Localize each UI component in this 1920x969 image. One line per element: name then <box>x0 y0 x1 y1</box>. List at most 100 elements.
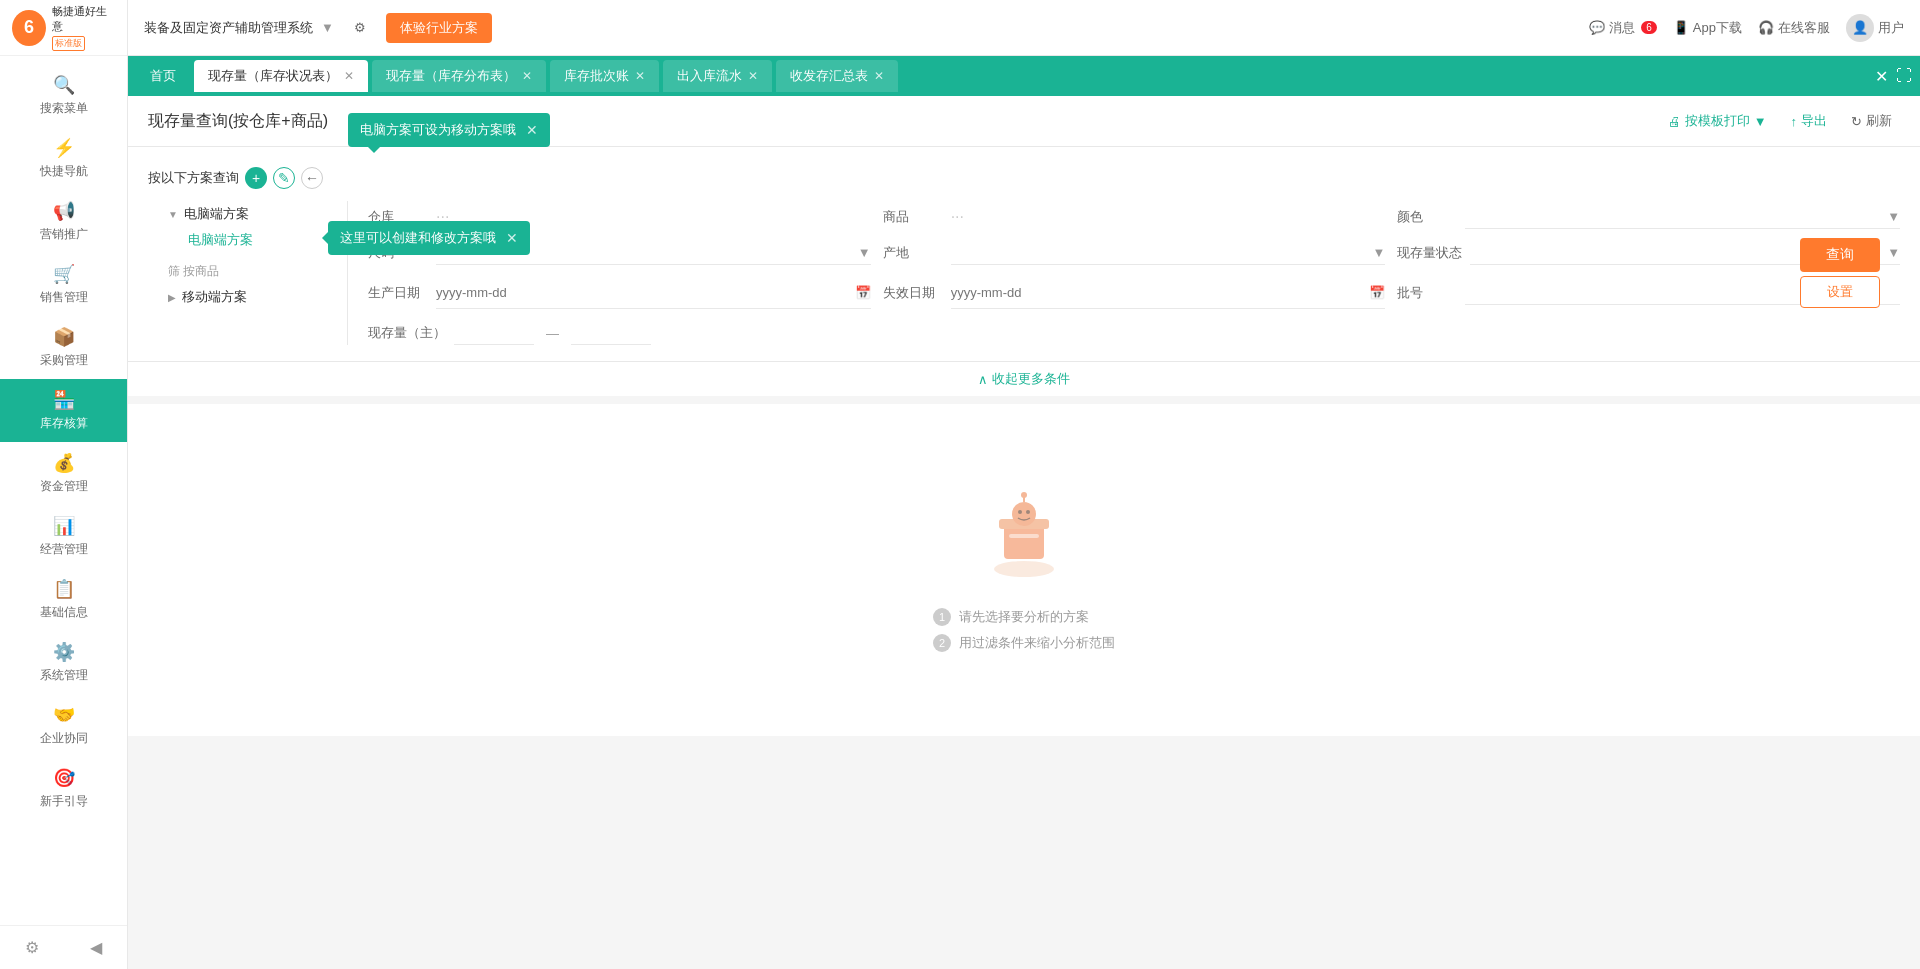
tab-inventory-status[interactable]: 现存量（库存状况表） ✕ <box>194 60 368 92</box>
scheme-filter-label: 筛 按商品 <box>168 261 331 284</box>
main-content: 现存量查询(按仓库+商品) 🖨 按模板打印 ▼ ↑ 导出 ↻ 刷新 按以下方案查… <box>128 96 1920 969</box>
sidebar-item-enterprise[interactable]: 🤝 企业协同 <box>0 694 127 757</box>
tab-home[interactable]: 首页 <box>136 60 190 92</box>
system-select[interactable]: 装备及固定资产辅助管理系统 ▼ <box>144 19 334 37</box>
print-button[interactable]: 🖨 按模板打印 ▼ <box>1660 108 1775 134</box>
tab-fullscreen-icon[interactable]: ⛶ <box>1896 67 1912 85</box>
reset-button[interactable]: 设置 <box>1800 276 1880 308</box>
hint-item-1: 1 请先选择要分析的方案 <box>933 604 1115 630</box>
goods-dots-button[interactable]: ··· <box>951 208 964 226</box>
operations-icon: 📊 <box>53 515 75 537</box>
sidebar-item-inventory[interactable]: 🏪 库存核算 <box>0 379 127 442</box>
filter-row-3: 生产日期 📅 失效日期 📅 <box>368 277 1900 309</box>
export-button[interactable]: ↑ 导出 <box>1783 108 1836 134</box>
inv-qty-from-input[interactable] <box>454 321 534 345</box>
chevron-down-icon: ▼ <box>858 245 871 260</box>
calendar-icon[interactable]: 📅 <box>855 285 871 300</box>
tooltip1-close-button[interactable]: ✕ <box>526 122 538 138</box>
exp-date-input[interactable] <box>951 281 1366 304</box>
message-button[interactable]: 💬 消息 6 <box>1589 19 1657 37</box>
scheme-tree: ▼ 电脑端方案 电脑端方案 筛 按商品 ▶ 移动端方案 <box>168 201 331 310</box>
settings-button[interactable]: ⚙ <box>25 938 39 957</box>
print-icon: 🖨 <box>1668 114 1681 129</box>
logo-badge: 标准版 <box>52 36 85 51</box>
enterprise-icon: 🤝 <box>53 704 75 726</box>
svg-point-4 <box>1012 502 1036 526</box>
field-goods: 商品 ··· <box>883 208 1386 226</box>
scheme-desktop-item[interactable]: 电脑端方案 <box>188 227 331 253</box>
chevron-down-icon: ▼ <box>321 20 334 35</box>
online-support-button[interactable]: 🎧 在线客服 <box>1758 19 1830 37</box>
sidebar-item-sales[interactable]: 🛒 销售管理 <box>0 253 127 316</box>
sidebar-item-operations[interactable]: 📊 经营管理 <box>0 505 127 568</box>
svg-point-5 <box>1018 510 1022 514</box>
user-menu[interactable]: 👤 用户 <box>1846 14 1904 42</box>
system-name: 装备及固定资产辅助管理系统 <box>144 19 313 37</box>
sidebar-item-search[interactable]: 🔍 搜索菜单 <box>0 64 127 127</box>
sidebar-item-system[interactable]: ⚙️ 系统管理 <box>0 631 127 694</box>
message-icon: 💬 <box>1589 20 1605 35</box>
add-scheme-button[interactable]: + <box>245 167 267 189</box>
logo-icon: 6 <box>12 10 46 46</box>
field-inv-qty: 现存量（主） — <box>368 321 708 345</box>
tooltip2-close-button[interactable]: ✕ <box>506 230 518 246</box>
settings-icon[interactable]: ⚙ <box>346 14 374 42</box>
basic-icon: 📋 <box>53 578 75 600</box>
logo: 6 畅捷通好生意 标准版 <box>0 0 127 56</box>
tab-close-inventory-dist[interactable]: ✕ <box>522 69 532 83</box>
tab-close-collect[interactable]: ✕ <box>874 69 884 83</box>
empty-hints: 1 请先选择要分析的方案 2 用过滤条件来缩小分析范围 <box>933 604 1115 656</box>
refresh-icon: ↻ <box>1851 114 1862 129</box>
sidebar-item-newbie[interactable]: 🎯 新手引导 <box>0 757 127 820</box>
industry-button[interactable]: 体验行业方案 <box>386 13 492 43</box>
hint-item-2: 2 用过滤条件来缩小分析范围 <box>933 630 1115 656</box>
tab-close-all-icon[interactable]: ✕ <box>1875 67 1888 86</box>
collapse-filters-button[interactable]: ∧ 收起更多条件 <box>978 370 1070 388</box>
scheme-desktop-group[interactable]: ▼ 电脑端方案 <box>168 201 331 227</box>
field-exp-date: 失效日期 📅 <box>883 277 1386 309</box>
tab-collect[interactable]: 收发存汇总表 ✕ <box>776 60 898 92</box>
sidebar-nav: 🔍 搜索菜单 ⚡ 快捷导航 📢 营销推广 🛒 销售管理 📦 采购管理 🏪 库存核… <box>0 56 127 925</box>
color-select[interactable]: ▼ <box>1465 205 1900 229</box>
system-icon: ⚙️ <box>53 641 75 663</box>
sales-icon: 🛒 <box>53 263 75 285</box>
sidebar-item-marketing[interactable]: 📢 营销推广 <box>0 190 127 253</box>
sidebar-item-purchase[interactable]: 📦 采购管理 <box>0 316 127 379</box>
tab-inout[interactable]: 出入库流水 ✕ <box>663 60 772 92</box>
prod-date-input[interactable] <box>436 281 851 304</box>
empty-illustration <box>974 484 1074 584</box>
inv-qty-to-input[interactable] <box>571 321 651 345</box>
tab-batch[interactable]: 库存批次账 ✕ <box>550 60 659 92</box>
chevron-down-icon: ▼ <box>1372 245 1385 260</box>
filter-label: 按以下方案查询 <box>148 169 239 187</box>
tab-close-inout[interactable]: ✕ <box>748 69 758 83</box>
calendar-icon-2[interactable]: 📅 <box>1369 285 1385 300</box>
phone-icon: 📱 <box>1673 20 1689 35</box>
tab-inventory-dist[interactable]: 现存量（库存分布表） ✕ <box>372 60 546 92</box>
tab-close-batch[interactable]: ✕ <box>635 69 645 83</box>
tab-close-inventory-status[interactable]: ✕ <box>344 69 354 83</box>
expand-icon: ▼ <box>168 209 178 220</box>
tooltip-create-scheme: 这里可以创建和修改方案哦 ✕ <box>328 221 530 255</box>
refresh-button[interactable]: ↻ 刷新 <box>1843 108 1900 134</box>
support-icon: 🎧 <box>1758 20 1774 35</box>
newbie-icon: 🎯 <box>53 767 75 789</box>
message-count-badge: 6 <box>1641 21 1657 34</box>
search-button[interactable]: 查询 <box>1800 238 1880 272</box>
search-icon: 🔍 <box>53 74 75 96</box>
edit-scheme-button[interactable]: ✎ <box>273 167 295 189</box>
svg-rect-3 <box>1009 534 1039 538</box>
collapse-row: ∧ 收起更多条件 <box>128 362 1920 396</box>
origin-select[interactable]: ▼ <box>951 241 1386 265</box>
app-download-button[interactable]: 📱 App下载 <box>1673 19 1742 37</box>
chevron-down-icon: ▼ <box>1887 209 1900 224</box>
sidebar-item-basic[interactable]: 📋 基础信息 <box>0 568 127 631</box>
sidebar-item-finance[interactable]: 💰 资金管理 <box>0 442 127 505</box>
export-icon: ↑ <box>1791 114 1798 129</box>
back-scheme-button[interactable]: ← <box>301 167 323 189</box>
scheme-mobile-group[interactable]: ▶ 移动端方案 <box>168 284 331 310</box>
filter-row-4: 现存量（主） — <box>368 321 1900 345</box>
filter-section: 按以下方案查询 + ✎ ← 电脑方案可设为移动方案哦 ✕ 这里可以创建和修改方案… <box>128 147 1920 362</box>
collapse-sidebar-button[interactable]: ◀ <box>90 938 102 957</box>
sidebar-item-guide[interactable]: ⚡ 快捷导航 <box>0 127 127 190</box>
